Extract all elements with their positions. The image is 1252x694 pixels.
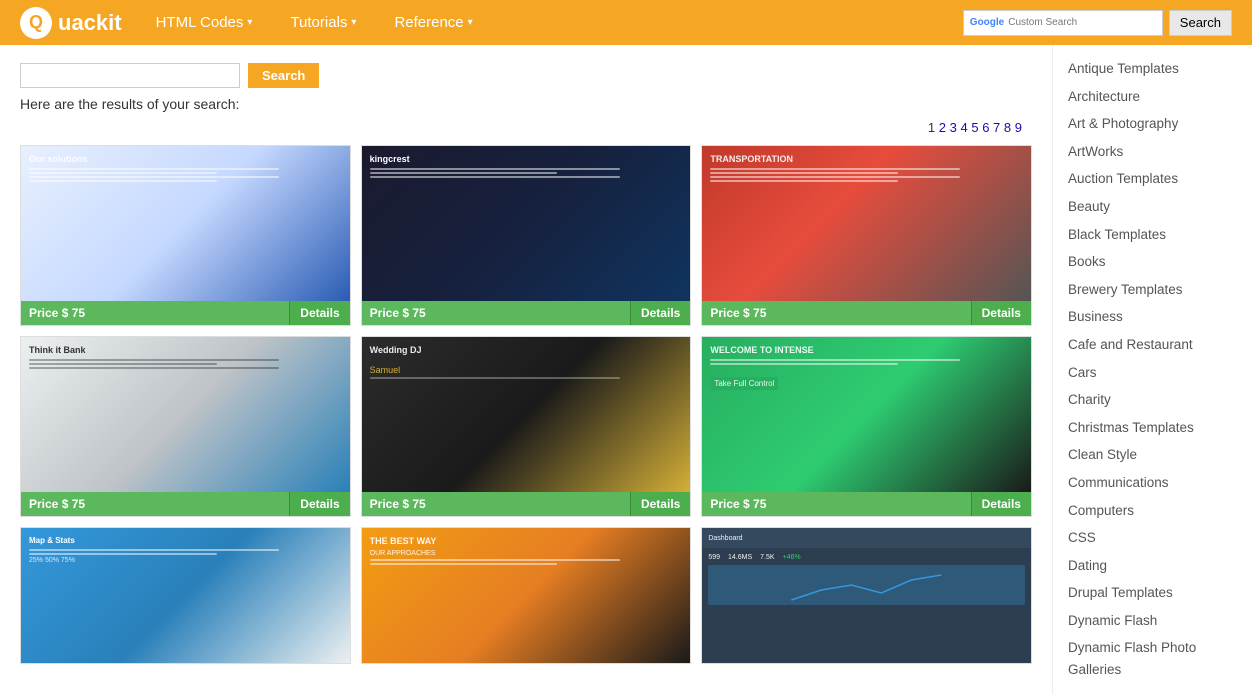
- chevron-down-icon: ▾: [351, 17, 356, 28]
- grid-item-footer-3: Price $ 75 Details: [702, 301, 1031, 325]
- header: Q uackit HTML Codes ▾ Tutorials ▾ Refere…: [0, 0, 1252, 45]
- pagination: 1 2 3 4 5 6 7 8 9: [20, 120, 1032, 135]
- google-logo: Google: [970, 17, 1004, 28]
- nav-reference[interactable]: Reference ▾: [390, 0, 476, 45]
- grid-item-footer-2: Price $ 75 Details: [362, 301, 691, 325]
- main-content: Search Here are the results of your sear…: [0, 45, 1052, 694]
- price-tag-2: Price $ 75: [362, 301, 630, 325]
- price-tag-5: Price $ 75: [362, 492, 630, 516]
- grid-item-footer-4: Price $ 75 Details: [21, 492, 350, 516]
- logo-q-icon: Q: [20, 7, 52, 39]
- sidebar-item-9[interactable]: Business: [1068, 303, 1237, 331]
- sidebar-item-16[interactable]: Computers: [1068, 497, 1237, 525]
- sub-search-input[interactable]: [20, 63, 240, 88]
- pagination-page-2[interactable]: 2: [939, 120, 946, 135]
- template-thumbnail-5: Wedding DJ Samuel: [362, 337, 691, 492]
- details-link-4[interactable]: Details: [289, 492, 349, 516]
- sidebar-item-4[interactable]: Auction Templates: [1068, 165, 1237, 193]
- page-body: Search Here are the results of your sear…: [0, 45, 1252, 694]
- template-thumbnail-8: THE BEST WAY OUR APPROACHES: [362, 528, 691, 663]
- pagination-page-8[interactable]: 8: [1004, 120, 1011, 135]
- details-link-1[interactable]: Details: [289, 301, 349, 325]
- details-link-2[interactable]: Details: [630, 301, 690, 325]
- sidebar-item-13[interactable]: Christmas Templates: [1068, 414, 1237, 442]
- grid-item-8: THE BEST WAY OUR APPROACHES: [361, 527, 692, 664]
- sub-search-button[interactable]: Search: [248, 63, 319, 88]
- pagination-label: 1: [928, 120, 939, 135]
- sidebar-item-10[interactable]: Cafe and Restaurant: [1068, 331, 1237, 359]
- price-tag-6: Price $ 75: [702, 492, 970, 516]
- price-tag-3: Price $ 75: [702, 301, 970, 325]
- grid-item-9: Dashboard 59914.6MS7.5K+46%: [701, 527, 1032, 664]
- grid-item-footer-5: Price $ 75 Details: [362, 492, 691, 516]
- sidebar-item-18[interactable]: Dating: [1068, 552, 1237, 580]
- sidebar-item-1[interactable]: Architecture: [1068, 83, 1237, 111]
- custom-search-box: Google Custom Search: [963, 10, 1163, 36]
- chevron-down-icon: ▾: [247, 17, 252, 28]
- sidebar-item-0[interactable]: Antique Templates: [1068, 55, 1237, 83]
- grid-item-6: WELCOME TO INTENSE Take Full Control Pri…: [701, 336, 1032, 517]
- nav-html-codes[interactable]: HTML Codes ▾: [152, 0, 257, 45]
- grid-item-2: kingcrest Price $ 75 Details: [361, 145, 692, 326]
- header-search-button[interactable]: Search: [1169, 10, 1232, 36]
- results-grid: Our solutions Price $ 75 Details kingcre…: [20, 145, 1032, 664]
- custom-search-label: Custom Search: [1008, 17, 1077, 28]
- sidebar-item-14[interactable]: Clean Style: [1068, 441, 1237, 469]
- grid-item-footer-1: Price $ 75 Details: [21, 301, 350, 325]
- grid-item-7: Map & Stats 25% 50% 75%: [20, 527, 351, 664]
- price-tag-4: Price $ 75: [21, 492, 289, 516]
- sidebar-item-6[interactable]: Black Templates: [1068, 221, 1237, 249]
- template-thumbnail-7: Map & Stats 25% 50% 75%: [21, 528, 350, 663]
- template-thumbnail-4: Think it Bank: [21, 337, 350, 492]
- grid-item-footer-6: Price $ 75 Details: [702, 492, 1031, 516]
- grid-item-4: Think it Bank Price $ 75 Details: [20, 336, 351, 517]
- sidebar-item-5[interactable]: Beauty: [1068, 193, 1237, 221]
- sidebar-item-19[interactable]: Drupal Templates: [1068, 579, 1237, 607]
- template-thumbnail-6: WELCOME TO INTENSE Take Full Control: [702, 337, 1031, 492]
- grid-item-5: Wedding DJ Samuel Price $ 75 Details: [361, 336, 692, 517]
- pagination-page-6[interactable]: 6: [982, 120, 989, 135]
- sidebar-item-12[interactable]: Charity: [1068, 386, 1237, 414]
- template-thumbnail-2: kingcrest: [362, 146, 691, 301]
- results-text: Here are the results of your search:: [20, 96, 1032, 112]
- sub-search-bar: Search: [20, 55, 1032, 96]
- pagination-page-4[interactable]: 4: [960, 120, 967, 135]
- header-search: Google Custom Search Search: [963, 10, 1232, 36]
- nav-tutorials[interactable]: Tutorials ▾: [286, 0, 360, 45]
- price-tag-1: Price $ 75: [21, 301, 289, 325]
- template-thumbnail-1: Our solutions: [21, 146, 350, 301]
- pagination-page-5[interactable]: 5: [971, 120, 978, 135]
- chevron-down-icon: ▾: [468, 17, 473, 28]
- sidebar: Antique TemplatesArchitectureArt & Photo…: [1052, 45, 1252, 694]
- sidebar-item-3[interactable]: ArtWorks: [1068, 138, 1237, 166]
- sidebar-item-7[interactable]: Books: [1068, 248, 1237, 276]
- sidebar-item-21[interactable]: Dynamic Flash Photo Galleries: [1068, 634, 1237, 683]
- sidebar-item-8[interactable]: Brewery Templates: [1068, 276, 1237, 304]
- sidebar-item-17[interactable]: CSS: [1068, 524, 1237, 552]
- details-link-3[interactable]: Details: [971, 301, 1031, 325]
- pagination-page-9[interactable]: 9: [1015, 120, 1022, 135]
- sidebar-item-11[interactable]: Cars: [1068, 359, 1237, 387]
- logo[interactable]: Q uackit: [20, 7, 122, 39]
- details-link-6[interactable]: Details: [971, 492, 1031, 516]
- details-link-5[interactable]: Details: [630, 492, 690, 516]
- pagination-page-3[interactable]: 3: [950, 120, 957, 135]
- sidebar-item-15[interactable]: Communications: [1068, 469, 1237, 497]
- logo-text: uackit: [58, 10, 122, 36]
- template-thumbnail-9: Dashboard 59914.6MS7.5K+46%: [702, 528, 1031, 663]
- grid-item-1: Our solutions Price $ 75 Details: [20, 145, 351, 326]
- sidebar-item-20[interactable]: Dynamic Flash: [1068, 607, 1237, 635]
- template-thumbnail-3: TRANSPORTATION: [702, 146, 1031, 301]
- pagination-page-7[interactable]: 7: [993, 120, 1000, 135]
- grid-item-3: TRANSPORTATION Price $ 75 Details: [701, 145, 1032, 326]
- sidebar-item-2[interactable]: Art & Photography: [1068, 110, 1237, 138]
